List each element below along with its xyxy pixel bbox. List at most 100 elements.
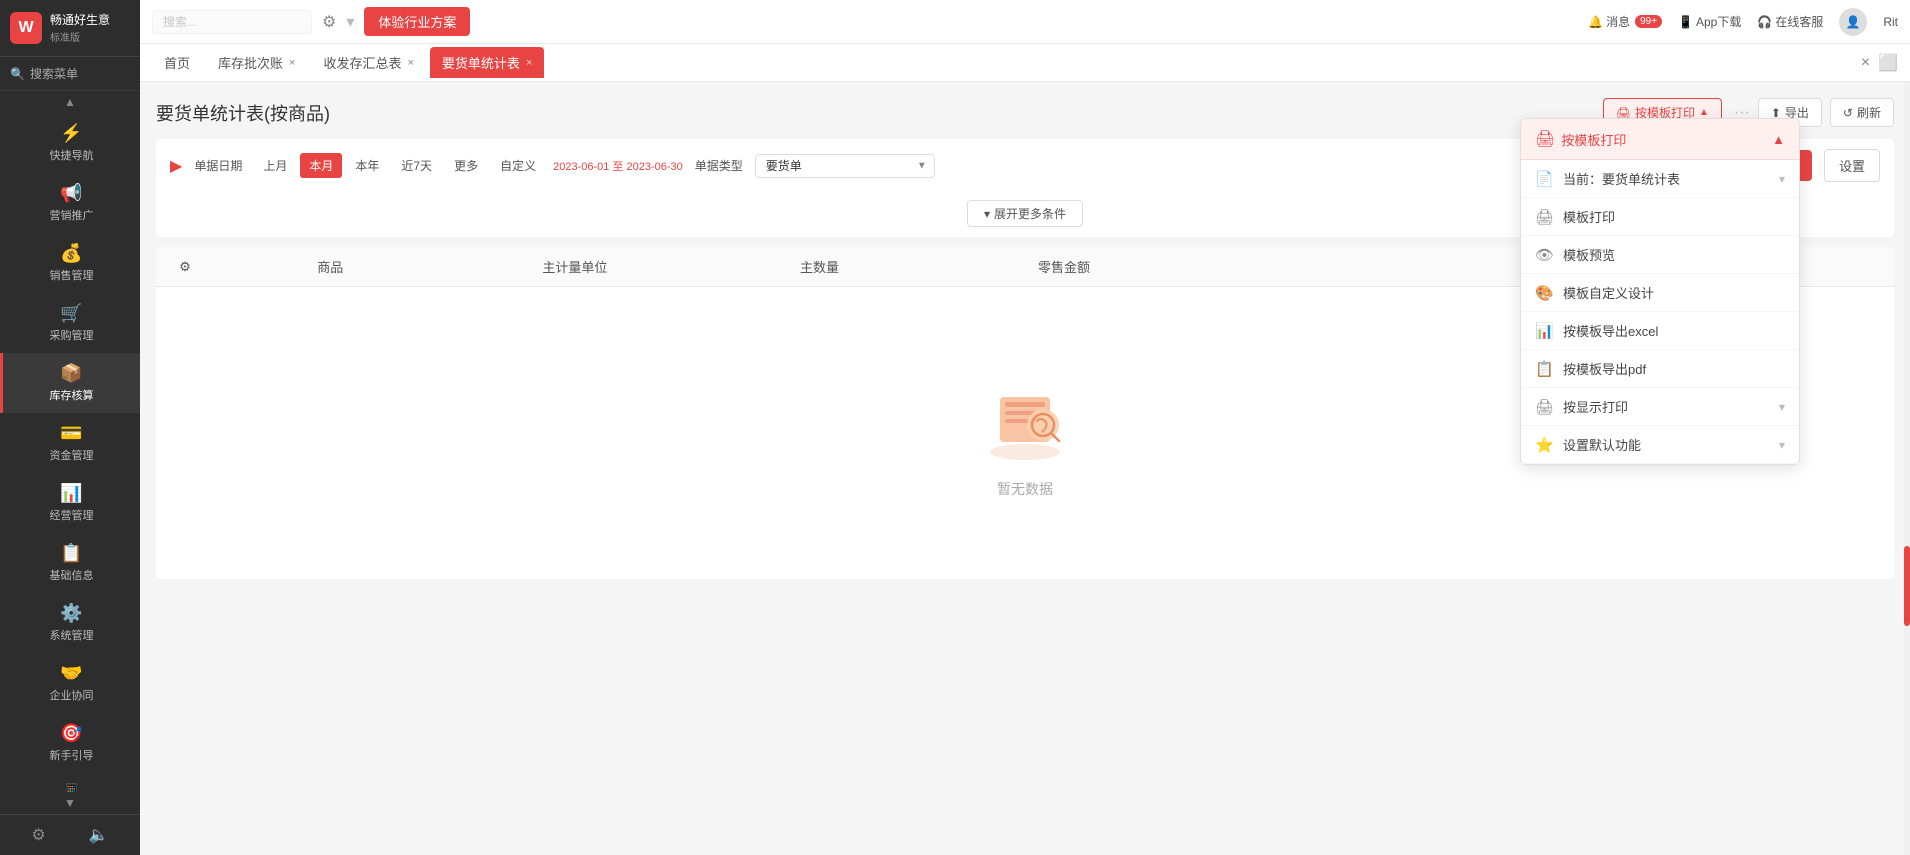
tab-batch-close[interactable]: × [289, 57, 295, 69]
date-filter-label: 单据日期 [194, 157, 242, 174]
topbar-gear-icon[interactable]: ⚙ [322, 12, 336, 32]
date-prev-month[interactable]: 上月 [254, 153, 296, 178]
operations-icon: 📊 [60, 483, 82, 504]
date-more[interactable]: 更多 [445, 153, 487, 178]
date-current-month[interactable]: 本月 [300, 153, 342, 178]
dropdown-item-template-preview[interactable]: 👁 模板预览 [1521, 236, 1799, 274]
dropdown-header-left: 🖨 按模板打印 [1535, 129, 1626, 149]
topbar-app-download[interactable]: 📱 App下载 [1678, 13, 1741, 30]
sidebar-scroll-down[interactable]: ▼ [0, 792, 140, 814]
settings-button[interactable]: 设置 [1824, 149, 1880, 182]
sidebar: W 畅通好生意 标准版 🔍 搜索菜单 ▲ ⚡ 快捷导航 📢 营销推广 💰 销售管… [0, 0, 140, 855]
filter-arrow-icon: ▶ [170, 156, 182, 176]
default-func-arrow: ▾ [1779, 438, 1785, 452]
inventory-icon: 📦 [60, 363, 82, 384]
dropdown-title: 按模板打印 [1561, 130, 1626, 149]
window-maximize-icon[interactable]: ⬜ [1878, 53, 1898, 73]
tab-batch[interactable]: 库存批次账 × [206, 47, 307, 78]
topbar-search-input[interactable] [152, 10, 312, 34]
sidebar-scroll-up[interactable]: ▲ [0, 91, 140, 113]
dropdown-display-print[interactable]: 🖨 按显示打印 ▾ [1521, 388, 1799, 426]
window-close-icon[interactable]: × [1861, 54, 1870, 72]
scrollbar-thumb [1904, 546, 1910, 626]
date-current-year[interactable]: 本年 [346, 153, 388, 178]
topbar-messages[interactable]: 🔔 消息 99+ [1588, 13, 1662, 30]
page-title: 要货单统计表(按商品) [156, 100, 330, 126]
sidebar-search[interactable]: 🔍 搜索菜单 [0, 57, 140, 91]
sidebar-item-finance[interactable]: 💳 资金管理 [0, 413, 140, 473]
dropdown-template-pdf-label: 按模板导出pdf [1563, 359, 1646, 378]
tab-order-stats-close[interactable]: × [526, 57, 532, 69]
right-scrollbar[interactable] [1904, 82, 1910, 855]
sidebar-item-apps[interactable]: 📱 应用中心 [0, 773, 140, 792]
refresh-button[interactable]: ↺ 刷新 [1830, 98, 1894, 127]
sidebar-logo: W 畅通好生意 标准版 [0, 0, 140, 57]
sidebar-item-basics[interactable]: 📋 基础信息 [0, 533, 140, 593]
sidebar-item-purchase[interactable]: 🛒 采购管理 [0, 293, 140, 353]
sidebar-item-enterprise[interactable]: 🤝 企业协同 [0, 653, 140, 713]
default-func-icon: ⭐ [1535, 436, 1553, 454]
template-print-dropdown: 🖨 按模板打印 ▲ 📄 当前：要货单统计表 ▾ 🖨 模板打印 👁 模板预览 [1520, 118, 1800, 465]
topbar: ⚙ ▾ 体验行业方案 🔔 消息 99+ 📱 App下载 🎧 在线客服 👤 Rit [140, 0, 1910, 44]
tab-home[interactable]: 首页 [152, 47, 202, 78]
trial-button[interactable]: 体验行业方案 [364, 7, 470, 36]
tab-receipts-close[interactable]: × [407, 57, 413, 69]
dropdown-template-excel-label: 按模板导出excel [1563, 321, 1658, 340]
app-name: 畅通好生意 [50, 12, 110, 29]
empty-text: 暂无数据 [997, 479, 1053, 499]
sidebar-item-label: 新手引导 [50, 747, 94, 763]
dropdown-printer-icon: 🖨 [1535, 129, 1555, 149]
type-filter-select[interactable]: 要货单 [755, 154, 935, 178]
dropdown-default-func[interactable]: ⭐ 设置默认功能 ▾ [1521, 426, 1799, 464]
col-gear[interactable]: ⚙ [170, 259, 200, 275]
dropdown-close-arrow[interactable]: ▲ [1772, 132, 1785, 147]
basics-icon: 📋 [60, 543, 82, 564]
tabs-bar: 首页 库存批次账 × 收发存汇总表 × 要货单统计表 × × ⬜ [140, 44, 1910, 82]
filter-expand-toggle[interactable]: ▶ [170, 156, 182, 176]
settings-footer-icon[interactable]: ⚙ [31, 825, 45, 845]
date-range-display: 2023-06-01 至 2023-06-30 [553, 158, 683, 174]
sales-icon: 💰 [60, 243, 82, 264]
dropdown-template-custom-label: 模板自定义设计 [1563, 283, 1654, 302]
col-product: 商品 [216, 257, 445, 276]
apps-icon: 📱 [60, 783, 82, 792]
dropdown-item-template-print[interactable]: 🖨 模板打印 [1521, 198, 1799, 236]
tab-receipts-label: 收发存汇总表 [323, 53, 401, 72]
display-print-arrow: ▾ [1779, 400, 1785, 414]
col-quantity: 主数量 [705, 257, 934, 276]
main-content: ⚙ ▾ 体验行业方案 🔔 消息 99+ 📱 App下载 🎧 在线客服 👤 Rit [140, 0, 1910, 855]
sidebar-item-system[interactable]: ⚙️ 系统管理 [0, 593, 140, 653]
sidebar-item-operations[interactable]: 📊 经营管理 [0, 473, 140, 533]
sidebar-item-label: 销售管理 [50, 267, 94, 283]
dropdown-item-template-excel[interactable]: 📊 按模板导出excel [1521, 312, 1799, 350]
topbar-online-service[interactable]: 🎧 在线客服 [1757, 13, 1823, 30]
tab-order-stats-label: 要货单统计表 [442, 53, 520, 72]
marketing-icon: 📢 [60, 183, 82, 204]
topbar-avatar[interactable]: 👤 [1839, 8, 1867, 36]
dropdown-template-preview-label: 模板预览 [1563, 245, 1615, 264]
dropdown-item-template-custom[interactable]: 🎨 模板自定义设计 [1521, 274, 1799, 312]
template-custom-icon: 🎨 [1535, 284, 1553, 302]
expand-more-button[interactable]: ▾ 展开更多条件 [967, 200, 1083, 227]
dropdown-item-template-pdf[interactable]: 📋 按模板导出pdf [1521, 350, 1799, 388]
tab-receipts[interactable]: 收发存汇总表 × [311, 47, 425, 78]
date-custom[interactable]: 自定义 [491, 153, 545, 178]
enterprise-icon: 🤝 [60, 663, 82, 684]
sidebar-item-sales[interactable]: 💰 销售管理 [0, 233, 140, 293]
sidebar-item-label: 基础信息 [50, 567, 94, 583]
sidebar-item-marketing[interactable]: 📢 营销推广 [0, 173, 140, 233]
sidebar-item-inventory[interactable]: 📦 库存核算 [0, 353, 140, 413]
guide-icon: 🎯 [60, 723, 82, 744]
audio-footer-icon[interactable]: 🔈 [89, 825, 109, 845]
dropdown-current-item[interactable]: 📄 当前：要货单统计表 ▾ [1521, 160, 1799, 198]
sidebar-item-quick-nav[interactable]: ⚡ 快捷导航 [0, 113, 140, 173]
avatar-icon: 👤 [1846, 15, 1861, 29]
refresh-label: 刷新 [1857, 104, 1881, 121]
sidebar-item-guide[interactable]: 🎯 新手引导 [0, 713, 140, 773]
sidebar-search-label: 搜索菜单 [30, 65, 78, 82]
finance-icon: 💳 [60, 423, 82, 444]
app-sub: 标准版 [50, 29, 110, 44]
date-last7days[interactable]: 近7天 [392, 153, 441, 178]
tab-order-stats[interactable]: 要货单统计表 × [430, 47, 544, 78]
template-preview-icon: 👁 [1535, 246, 1553, 264]
